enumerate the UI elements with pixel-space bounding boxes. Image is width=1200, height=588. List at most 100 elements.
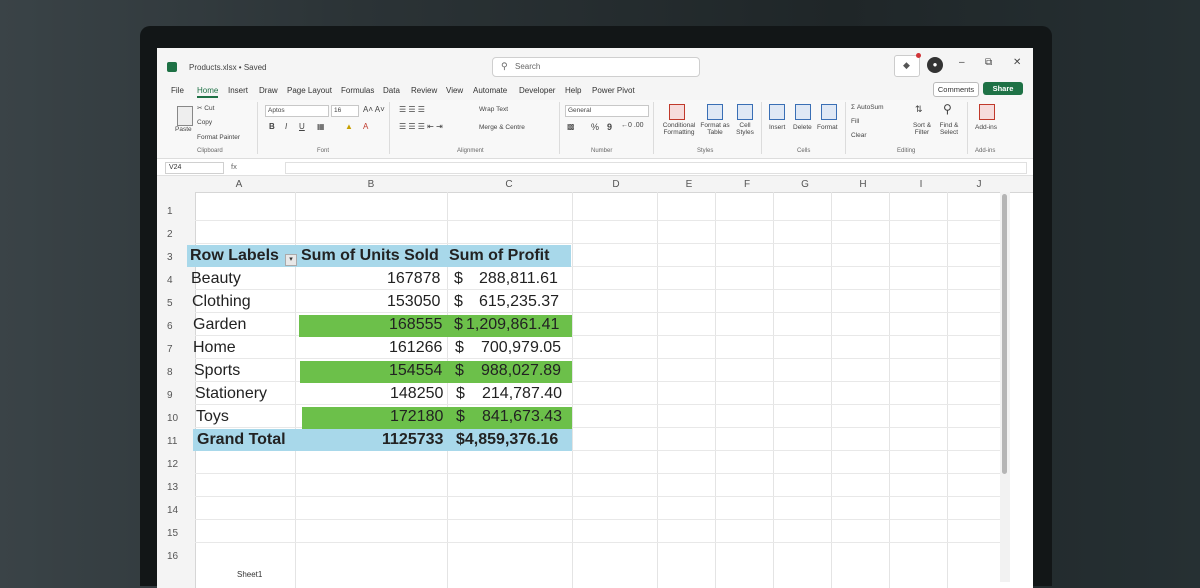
column-header-i[interactable]: I xyxy=(915,179,927,190)
row-header[interactable]: 12 xyxy=(167,459,189,470)
profit-value[interactable]: 288,811.61 xyxy=(479,270,558,288)
row-header[interactable]: 11 xyxy=(167,436,189,447)
units-value[interactable]: 167878 xyxy=(387,270,440,288)
font-grow-button[interactable]: A˄ A˅ xyxy=(363,105,385,114)
units-value[interactable]: 153050 xyxy=(387,293,440,311)
profit-value[interactable]: 988,027.89 xyxy=(481,362,561,380)
paste-button[interactable]: Paste xyxy=(175,126,192,133)
column-header-g[interactable]: G xyxy=(799,179,811,190)
comma-button[interactable]: 9 xyxy=(607,122,612,132)
column-header-e[interactable]: E xyxy=(683,179,695,190)
percent-button[interactable]: % xyxy=(591,122,599,132)
font-name-select[interactable]: Aptos xyxy=(265,105,329,117)
italic-button[interactable]: I xyxy=(285,122,287,131)
formula-input[interactable] xyxy=(285,162,1027,174)
format-painter-button[interactable]: Format Painter xyxy=(197,134,240,141)
profit-value[interactable]: 841,673.43 xyxy=(482,408,562,426)
row-label[interactable]: Clothing xyxy=(192,293,251,311)
row-label[interactable]: Beauty xyxy=(191,270,241,288)
tab-developer[interactable]: Developer xyxy=(519,86,555,95)
tab-review[interactable]: Review xyxy=(411,86,437,95)
row-header[interactable]: 13 xyxy=(167,482,189,493)
tab-automate[interactable]: Automate xyxy=(473,86,507,95)
cut-button[interactable]: ✂ Cut xyxy=(197,104,214,112)
tab-insert[interactable]: Insert xyxy=(228,86,248,95)
tab-view[interactable]: View xyxy=(446,86,463,95)
row-header[interactable]: 1 xyxy=(167,206,189,217)
column-header-d[interactable]: D xyxy=(610,179,622,190)
font-color-icon[interactable]: A xyxy=(363,122,368,131)
insert-button[interactable]: Insert xyxy=(769,124,785,131)
units-value[interactable]: 172180 xyxy=(390,408,443,426)
notification-button[interactable]: ◆ xyxy=(894,53,921,77)
wrap-text-button[interactable]: Wrap Text xyxy=(479,106,508,113)
pivot-header-profit[interactable]: Sum of Profit xyxy=(449,247,549,265)
add-ins-button[interactable]: Add-ins xyxy=(975,124,997,131)
minimize-icon[interactable]: – xyxy=(959,57,965,68)
number-format-select[interactable]: General xyxy=(565,105,649,117)
tab-data[interactable]: Data xyxy=(383,86,400,95)
grand-total-profit[interactable]: $4,859,376.16 xyxy=(456,431,558,449)
tab-formulas[interactable]: Formulas xyxy=(341,86,374,95)
align-top-icon[interactable]: ☰ ☰ ☰ xyxy=(399,105,425,114)
row-header[interactable]: 4 xyxy=(167,275,189,286)
profit-value[interactable]: 1,209,861.41 xyxy=(466,316,559,334)
row-header[interactable]: 6 xyxy=(167,321,189,332)
avatar[interactable]: ● xyxy=(927,57,943,73)
row-label[interactable]: Home xyxy=(193,339,236,357)
grand-total-units[interactable]: 1125733 xyxy=(382,431,443,449)
row-header[interactable]: 15 xyxy=(167,528,189,539)
sheet-tab[interactable]: Sheet1 xyxy=(237,570,262,579)
row-header[interactable]: 8 xyxy=(167,367,189,378)
units-value[interactable]: 148250 xyxy=(390,385,443,403)
cell-styles-button[interactable]: Cell Styles xyxy=(733,122,757,136)
profit-value[interactable]: 700,979.05 xyxy=(481,339,561,357)
column-header-c[interactable]: C xyxy=(503,179,515,190)
profit-value[interactable]: 214,787.40 xyxy=(482,385,562,403)
units-value[interactable]: 168555 xyxy=(389,316,442,334)
units-value[interactable]: 161266 xyxy=(389,339,442,357)
row-header[interactable]: 3 xyxy=(167,252,189,263)
filter-dropdown-icon[interactable]: ▾ xyxy=(285,254,297,266)
tab-home[interactable]: Home xyxy=(197,86,219,98)
format-button[interactable]: Format xyxy=(817,124,838,131)
share-button[interactable]: Share xyxy=(983,82,1023,95)
column-header-b[interactable]: B xyxy=(365,179,377,190)
row-header[interactable]: 5 xyxy=(167,298,189,309)
row-header[interactable]: 9 xyxy=(167,390,189,401)
pivot-header-units[interactable]: Sum of Units Sold xyxy=(301,247,439,265)
delete-button[interactable]: Delete xyxy=(793,124,812,131)
font-size-select[interactable]: 16 xyxy=(331,105,359,117)
borders-icon[interactable]: ▦ xyxy=(317,122,325,131)
sort-filter-button[interactable]: Sort & Filter xyxy=(911,122,933,136)
fill-color-icon[interactable]: ▲ xyxy=(345,122,353,131)
copy-button[interactable]: Copy xyxy=(197,119,212,126)
autosum-button[interactable]: Σ AutoSum xyxy=(851,104,884,111)
clear-button[interactable]: Clear xyxy=(851,132,867,139)
tab-page-layout[interactable]: Page Layout xyxy=(287,86,332,95)
column-header-j[interactable]: J xyxy=(973,179,985,190)
tab-file[interactable]: File xyxy=(171,86,184,95)
column-header-a[interactable]: A xyxy=(233,179,245,190)
tab-draw[interactable]: Draw xyxy=(259,86,278,95)
align-left-icon[interactable]: ☰ ☰ ☰ ⇤ ⇥ xyxy=(399,122,443,131)
row-header[interactable]: 2 xyxy=(167,229,189,240)
units-value[interactable]: 154554 xyxy=(389,362,442,380)
row-label[interactable]: Sports xyxy=(194,362,240,380)
column-header-f[interactable]: F xyxy=(741,179,753,190)
close-icon[interactable]: ✕ xyxy=(1013,57,1021,68)
tab-help[interactable]: Help xyxy=(565,86,581,95)
scrollbar-thumb[interactable] xyxy=(1002,194,1007,474)
row-header[interactable]: 14 xyxy=(167,505,189,516)
fill-button[interactable]: Fill xyxy=(851,118,859,125)
row-label[interactable]: Stationery xyxy=(195,385,267,403)
conditional-formatting-button[interactable]: Conditional Formatting xyxy=(659,122,699,136)
pivot-header-row-labels[interactable]: Row Labels xyxy=(190,247,279,265)
fx-icon[interactable]: fx xyxy=(231,162,237,171)
profit-value[interactable]: 615,235.37 xyxy=(479,293,559,311)
tab-power-pivot[interactable]: Power Pivot xyxy=(592,86,635,95)
row-header[interactable]: 16 xyxy=(167,551,189,562)
comments-button[interactable]: Comments xyxy=(933,82,979,97)
row-label[interactable]: Garden xyxy=(193,316,246,334)
row-label[interactable]: Toys xyxy=(196,408,229,426)
